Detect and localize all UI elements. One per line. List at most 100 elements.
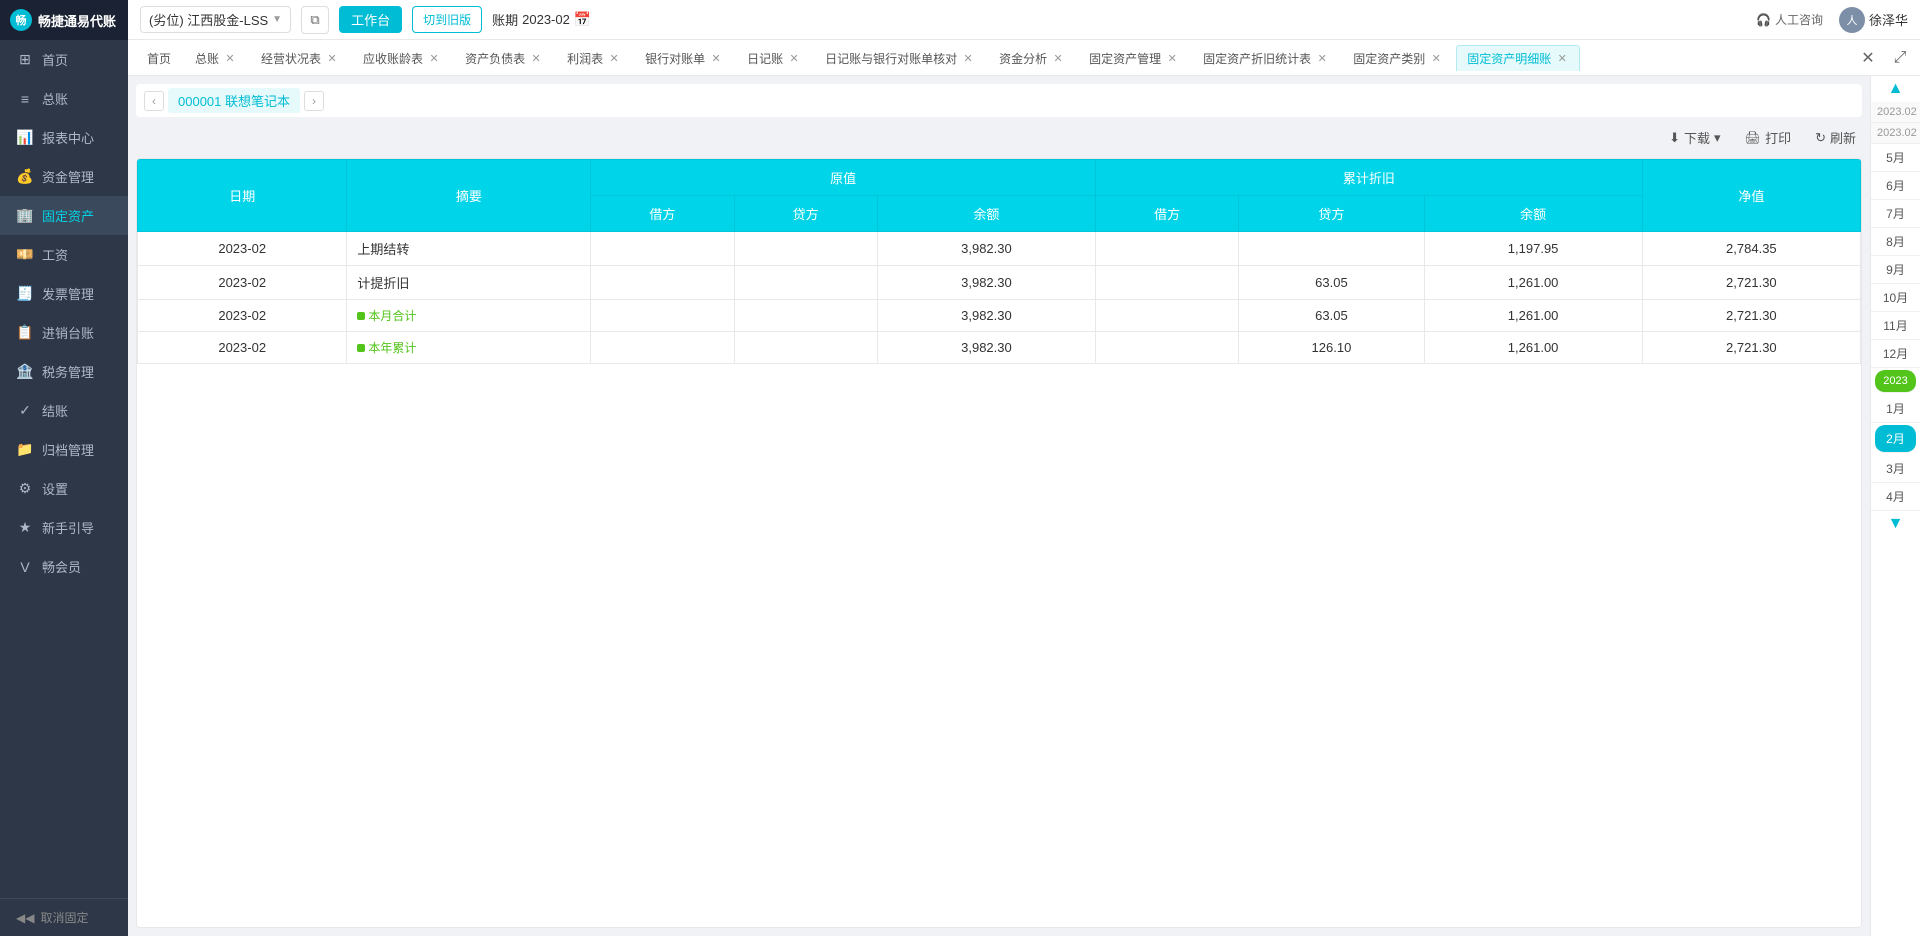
sidebar-item-发票管理[interactable]: 🧾 发票管理 <box>0 274 128 313</box>
tab-资金分析[interactable]: 资金分析✕ <box>988 45 1076 71</box>
timeline-entry-5月[interactable]: 5月 <box>1871 144 1920 172</box>
timeline-entry-1月[interactable]: 1月 <box>1871 395 1920 423</box>
tab-label: 银行对账单 <box>645 50 705 67</box>
sidebar-item-固定资产[interactable]: 🏢 固定资产 <box>0 196 128 235</box>
refresh-icon: ↻ <box>1815 130 1826 146</box>
td-lj-debit <box>1096 300 1239 332</box>
td-summary: 计提折旧 <box>347 266 591 300</box>
prev-tab-arrow[interactable]: ‹ <box>144 91 164 111</box>
sub-tab-item[interactable]: 000001 联想笔记本 <box>168 88 300 113</box>
period-label: 账期 <box>492 10 518 29</box>
sidebar-item-资金管理[interactable]: 💰 资金管理 <box>0 157 128 196</box>
app-name: 畅捷通易代账 <box>38 11 116 30</box>
tab-close-icon[interactable]: ✕ <box>1429 51 1443 65</box>
tab-利润表[interactable]: 利润表✕ <box>556 45 632 71</box>
tab-label: 首页 <box>147 50 171 67</box>
th-summary: 摘要 <box>347 160 591 232</box>
tab-应收账龄表[interactable]: 应收账龄表✕ <box>352 45 452 71</box>
switch-button[interactable]: 切到旧版 <box>412 6 482 33</box>
td-lj-credit: 126.10 <box>1239 332 1424 364</box>
tab-label: 资产负债表 <box>465 50 525 67</box>
tab-close-icon[interactable]: ✕ <box>325 51 339 65</box>
timeline-entry-2月[interactable]: 2月 <box>1875 425 1916 453</box>
timeline-entry-3月[interactable]: 3月 <box>1871 455 1920 483</box>
sidebar-item-工资[interactable]: 💴 工资 <box>0 235 128 274</box>
timeline-entry-9月[interactable]: 9月 <box>1871 256 1920 284</box>
timeline-entry-10月[interactable]: 10月 <box>1871 284 1920 312</box>
tab-close-icon[interactable]: ✕ <box>787 51 801 65</box>
tab-close-icon[interactable]: ✕ <box>961 51 975 65</box>
tab-首页[interactable]: 首页 <box>136 45 182 71</box>
tab-固定资产明细账[interactable]: 固定资产明细账✕ <box>1456 45 1580 71</box>
tab-close-icon[interactable]: ✕ <box>607 51 621 65</box>
timeline-entry-8月[interactable]: 8月 <box>1871 228 1920 256</box>
timeline-scroll-up[interactable]: ▲ <box>1871 76 1920 102</box>
sidebar-item-归档管理[interactable]: 📁 归档管理 <box>0 430 128 469</box>
nav-label: 设置 <box>42 479 68 498</box>
nav-label: 税务管理 <box>42 362 94 381</box>
download-button[interactable]: ⬇ 下载 ▾ <box>1663 125 1726 150</box>
maximize-icon[interactable]: ⤢ <box>1888 46 1912 70</box>
print-button[interactable]: 🖨 打印 <box>1739 125 1798 150</box>
table-container: 日期 摘要 原值 累计折旧 净值 借方 贷方 余额 借方 贷方 余额 <box>136 158 1862 928</box>
nav-label: 发票管理 <box>42 284 94 303</box>
tab-总账[interactable]: 总账✕ <box>184 45 248 71</box>
tab-日记账与银行对账单核对[interactable]: 日记账与银行对账单核对✕ <box>814 45 986 71</box>
nav-label: 归档管理 <box>42 440 94 459</box>
timeline-entry-6月[interactable]: 6月 <box>1871 172 1920 200</box>
tab-close-icon[interactable]: ✕ <box>709 51 723 65</box>
tab-日记账[interactable]: 日记账✕ <box>736 45 812 71</box>
tab-close-icon[interactable]: ✕ <box>427 51 441 65</box>
logo-icon: 畅 <box>10 9 32 31</box>
nav-icon: V <box>16 559 34 575</box>
td-yz-balance: 3,982.30 <box>877 332 1095 364</box>
tab-固定资产折旧统计表[interactable]: 固定资产折旧统计表✕ <box>1192 45 1340 71</box>
headset-icon: 🎧 <box>1756 13 1771 27</box>
tab-固定资产类别[interactable]: 固定资产类别✕ <box>1342 45 1454 71</box>
period-selector[interactable]: 账期 2023-02 📅 <box>492 10 591 29</box>
sidebar-item-总账[interactable]: ≡ 总账 <box>0 79 128 118</box>
sidebar-bottom[interactable]: ◀◀ 取消固定 <box>0 898 128 936</box>
print-label: 打印 <box>1765 128 1791 147</box>
tab-银行对账单[interactable]: 银行对账单 ✕ <box>634 45 734 71</box>
tab-经营状况表[interactable]: 经营状况表✕ <box>250 45 350 71</box>
tab-close-icon[interactable]: ✕ <box>1315 51 1329 65</box>
td-yz-balance: 3,982.30 <box>877 300 1095 332</box>
user-menu[interactable]: 人 徐泽华 <box>1839 7 1908 33</box>
service-button[interactable]: 🎧 人工咨询 <box>1756 11 1823 28</box>
td-yz-credit <box>734 332 877 364</box>
timeline-entry-12月[interactable]: 12月 <box>1871 340 1920 368</box>
company-selector[interactable]: (劣位) 江西股金-LSS ▼ <box>140 6 291 33</box>
tab-固定资产管理[interactable]: 固定资产管理✕ <box>1078 45 1190 71</box>
sidebar-item-进销台账[interactable]: 📋 进销台账 <box>0 313 128 352</box>
sidebar-item-首页[interactable]: ⊞ 首页 <box>0 40 128 79</box>
tab-close-icon[interactable]: ✕ <box>1051 51 1065 65</box>
sub-tab-nav: ‹ 000001 联想笔记本 › <box>144 88 324 113</box>
refresh-button[interactable]: ↻ 刷新 <box>1809 125 1862 150</box>
sidebar-item-结账[interactable]: ✓ 结账 <box>0 391 128 430</box>
copy-icon[interactable]: ⧉ <box>301 6 329 34</box>
timeline-entry-11月[interactable]: 11月 <box>1871 312 1920 340</box>
td-lj-credit <box>1239 232 1424 266</box>
td-yz-debit <box>591 300 734 332</box>
tab-close-icon[interactable]: ✕ <box>223 51 237 65</box>
sidebar-item-新手引导[interactable]: ★ 新手引导 <box>0 508 128 547</box>
tab-资产负债表[interactable]: 资产负债表 ✕ <box>454 45 554 71</box>
sidebar-item-畅会员[interactable]: V 畅会员 <box>0 547 128 586</box>
timeline-entry-4月[interactable]: 4月 <box>1871 483 1920 511</box>
timeline-scroll-down[interactable]: ▼ <box>1871 511 1920 537</box>
close-all-icon[interactable]: ✕ <box>1856 46 1880 70</box>
main-table: 日期 摘要 原值 累计折旧 净值 借方 贷方 余额 借方 贷方 余额 <box>137 159 1861 364</box>
sidebar-item-设置[interactable]: ⚙ 设置 <box>0 469 128 508</box>
timeline-entry-7月[interactable]: 7月 <box>1871 200 1920 228</box>
next-tab-arrow[interactable]: › <box>304 91 324 111</box>
tab-close-icon[interactable]: ✕ <box>1165 51 1179 65</box>
tab-close-icon[interactable]: ✕ <box>1555 51 1569 65</box>
sidebar-item-报表中心[interactable]: 📊 报表中心 <box>0 118 128 157</box>
tab-close-icon[interactable]: ✕ <box>529 51 543 65</box>
td-yz-balance: 3,982.30 <box>877 232 1095 266</box>
td-date: 2023-02 <box>138 266 347 300</box>
nav-icon: 🏢 <box>16 207 34 224</box>
sidebar-item-税务管理[interactable]: 🏦 税务管理 <box>0 352 128 391</box>
workbench-button[interactable]: 工作台 <box>339 6 402 33</box>
